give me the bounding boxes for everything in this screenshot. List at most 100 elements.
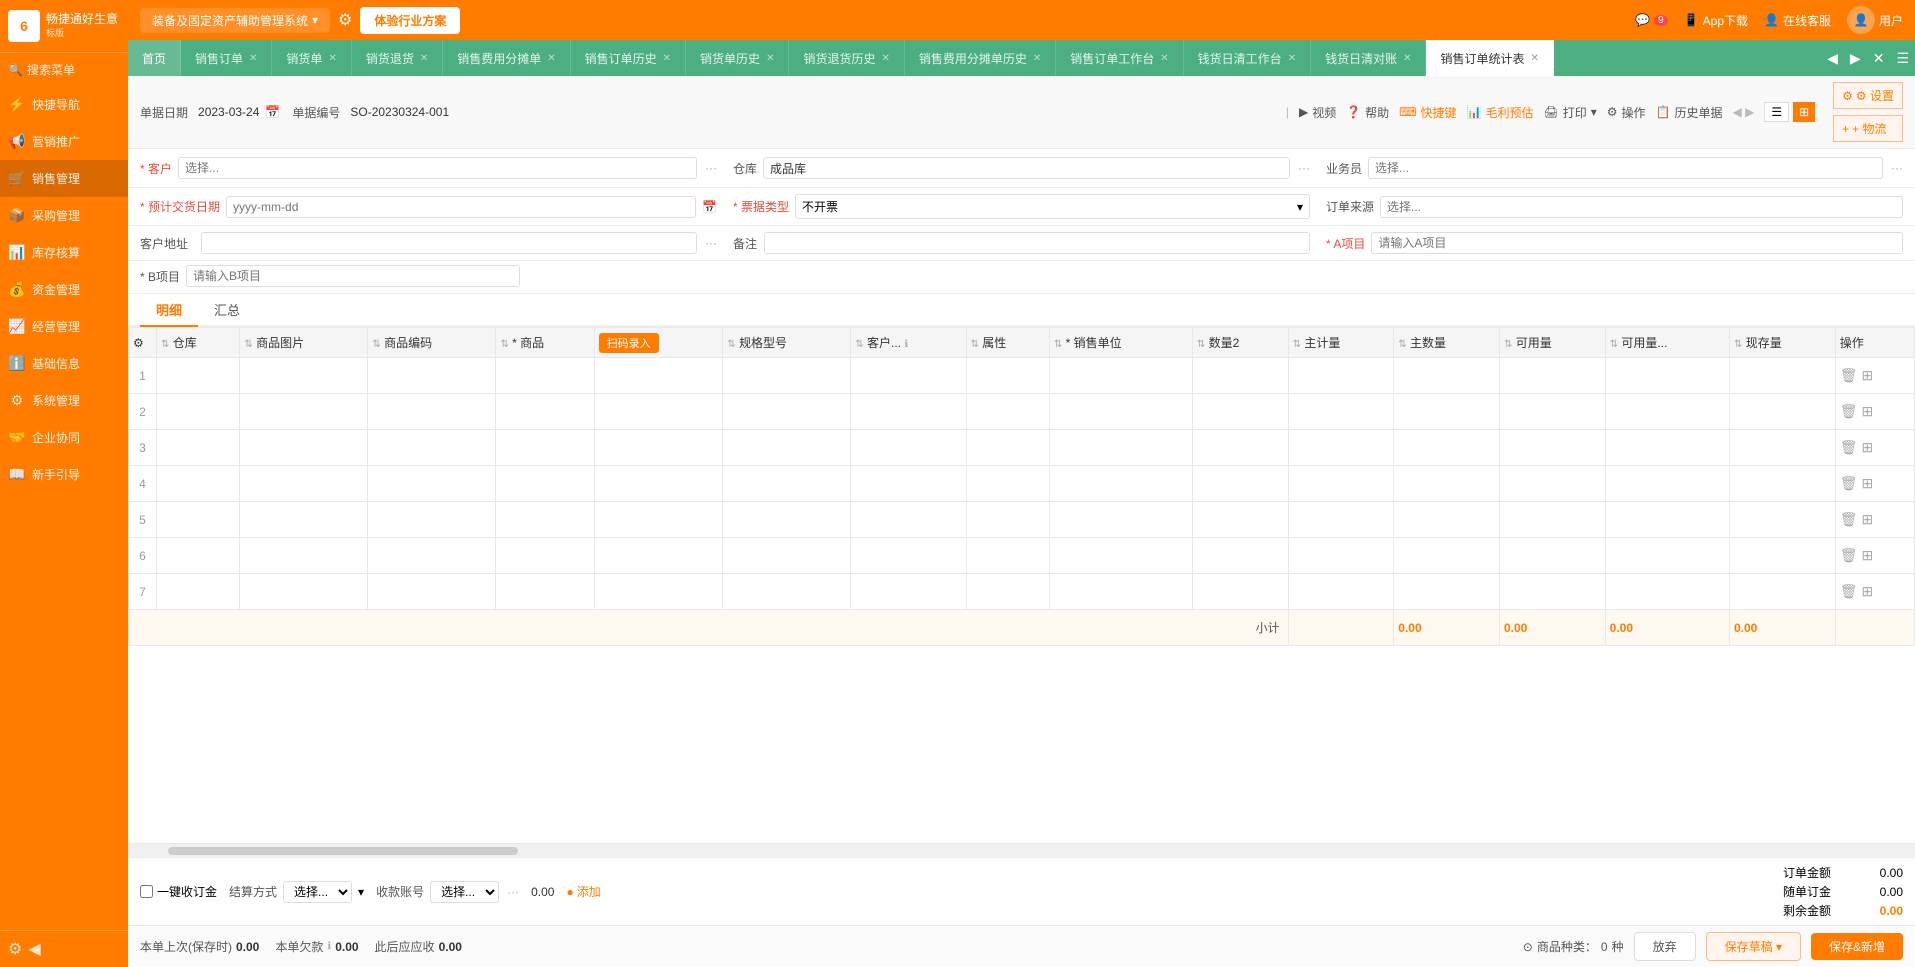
cell-warehouse-7[interactable] <box>157 574 240 610</box>
cell-attr-1[interactable] <box>966 358 1049 394</box>
cell-main-unit-6[interactable] <box>1288 538 1394 574</box>
order-info-icon[interactable]: ℹ <box>327 941 331 952</box>
cell-available-1[interactable] <box>1499 358 1605 394</box>
copy-row-1-btn[interactable]: ⊞ <box>1861 367 1873 384</box>
cell-attr-6[interactable] <box>966 538 1049 574</box>
nav-menu-icon[interactable]: ☰ <box>1890 50 1915 67</box>
sidebar-item-purchase[interactable]: 📦 采购管理 <box>0 197 128 234</box>
cell-main-qty-6[interactable] <box>1394 538 1500 574</box>
cell-spec-5[interactable] <box>723 502 851 538</box>
cell-spec-7[interactable] <box>723 574 851 610</box>
remark-input[interactable] <box>764 232 1310 254</box>
cell-available-7[interactable] <box>1499 574 1605 610</box>
sidebar-item-sales[interactable]: 🛒 销售管理 <box>0 160 128 197</box>
tab-return-history[interactable]: 销货退货历史 ✕ <box>789 40 904 76</box>
tab-close-goods-history[interactable]: ✕ <box>766 53 774 64</box>
horizontal-scrollbar[interactable] <box>128 843 1915 857</box>
cell-attr-5[interactable] <box>966 502 1049 538</box>
cell-goods-3[interactable] <box>496 430 594 466</box>
add-payment-btn[interactable]: ● 添加 <box>566 883 600 900</box>
plan-button[interactable]: 体验行业方案 <box>360 7 460 34</box>
cell-qty2-4[interactable] <box>1192 466 1288 502</box>
cell-available2-3[interactable] <box>1605 430 1729 466</box>
tab-close-daily[interactable]: ✕ <box>1288 53 1296 64</box>
cell-stock-6[interactable] <box>1730 538 1836 574</box>
cell-available-2[interactable] <box>1499 394 1605 430</box>
warehouse-input[interactable] <box>763 157 1290 179</box>
save-new-button[interactable]: 保存&新增 <box>1811 933 1903 960</box>
cell-main-unit-5[interactable] <box>1288 502 1394 538</box>
operation-btn[interactable]: ⚙ 操作 <box>1607 104 1646 121</box>
delete-row-1-btn[interactable]: 🗑 <box>1840 367 1858 384</box>
cell-available2-7[interactable] <box>1605 574 1729 610</box>
cell-unit-1[interactable] <box>1049 358 1192 394</box>
tab-close-sales-return[interactable]: ✕ <box>420 53 428 64</box>
tab-workbench[interactable]: 销售订单工作台 ✕ <box>1056 40 1183 76</box>
th-settings[interactable]: ⚙ <box>129 328 157 358</box>
delete-row-5-btn[interactable]: 🗑 <box>1840 511 1858 528</box>
copy-row-2-btn[interactable]: ⊞ <box>1861 403 1873 420</box>
cell-unit-7[interactable] <box>1049 574 1192 610</box>
discard-button[interactable]: 放弃 <box>1634 932 1696 961</box>
sidebar-item-guide[interactable]: 📖 新手引导 <box>0 456 128 493</box>
cell-customer-code-5[interactable] <box>851 502 966 538</box>
cell-unit-5[interactable] <box>1049 502 1192 538</box>
copy-row-5-btn[interactable]: ⊞ <box>1861 511 1873 528</box>
salesperson-input[interactable] <box>1368 157 1883 179</box>
cell-spec-3[interactable] <box>723 430 851 466</box>
tab-home[interactable]: 首页 <box>128 40 181 76</box>
cell-customer-code-3[interactable] <box>851 430 966 466</box>
cell-warehouse-2[interactable] <box>157 394 240 430</box>
nav-right-arrow[interactable]: ▶ <box>1844 50 1867 67</box>
profit-btn[interactable]: 📊 毛利预估 <box>1467 104 1534 121</box>
cell-image-5[interactable] <box>240 502 368 538</box>
cell-stock-4[interactable] <box>1730 466 1836 502</box>
cell-main-qty-5[interactable] <box>1394 502 1500 538</box>
collapse-sidebar-btn[interactable]: ◀ <box>28 939 40 959</box>
tab-sales-order-history[interactable]: 销售订单历史 ✕ <box>571 40 686 76</box>
cell-available2-4[interactable] <box>1605 466 1729 502</box>
cell-image-7[interactable] <box>240 574 368 610</box>
cell-available-5[interactable] <box>1499 502 1605 538</box>
cell-spec-2[interactable] <box>723 394 851 430</box>
customer-more-icon[interactable]: ··· <box>705 161 717 175</box>
salesperson-more-icon[interactable]: ··· <box>1891 161 1903 175</box>
sidebar-item-quick-nav[interactable]: ⚡ 快捷导航 <box>0 86 128 123</box>
tab-close-fee-history[interactable]: ✕ <box>1033 53 1041 64</box>
print-dropdown-icon[interactable]: ▾ <box>1591 105 1597 119</box>
cell-attr-3[interactable] <box>966 430 1049 466</box>
cell-goods-4[interactable] <box>496 466 594 502</box>
cell-code-1[interactable] <box>368 358 496 394</box>
cell-main-unit-7[interactable] <box>1288 574 1394 610</box>
cell-qty2-1[interactable] <box>1192 358 1288 394</box>
sidebar-item-base-info[interactable]: ℹ️ 基础信息 <box>0 345 128 382</box>
payment-method-select[interactable]: 选择... <box>283 881 352 903</box>
print-btn[interactable]: 🖨 打印 ▾ <box>1543 104 1596 121</box>
view-btn[interactable]: ▶ 视频 <box>1299 104 1336 121</box>
save-draft-button[interactable]: 保存草稿 ▾ <box>1706 932 1801 961</box>
tab-daily-workbench[interactable]: 钱货日清工作台 ✕ <box>1184 40 1311 76</box>
add-logistics-btn[interactable]: + + 物流 <box>1833 115 1903 142</box>
delete-row-7-btn[interactable]: 🗑 <box>1840 583 1858 600</box>
tab-stats[interactable]: 销售订单统计表 ✕ <box>1426 40 1553 76</box>
cell-available-6[interactable] <box>1499 538 1605 574</box>
sidebar-item-inventory[interactable]: 📊 库存核算 <box>0 234 128 271</box>
list-view-btn[interactable]: ☰ <box>1764 102 1789 122</box>
help-btn[interactable]: ❓ 帮助 <box>1346 104 1389 121</box>
copy-row-7-btn[interactable]: ⊞ <box>1861 583 1873 600</box>
tab-sales-goods[interactable]: 销货单 ✕ <box>272 40 351 76</box>
cell-warehouse-6[interactable] <box>157 538 240 574</box>
cell-attr-7[interactable] <box>966 574 1049 610</box>
delete-row-3-btn[interactable]: 🗑 <box>1840 439 1858 456</box>
cell-goods-7[interactable] <box>496 574 594 610</box>
tab-reconcile[interactable]: 钱货日清对账 ✕ <box>1311 40 1426 76</box>
cell-stock-7[interactable] <box>1730 574 1836 610</box>
sidebar-item-marketing[interactable]: 📢 营销推广 <box>0 123 128 160</box>
cell-spec-6[interactable] <box>723 538 851 574</box>
tab-sales-fee[interactable]: 销售费用分摊单 ✕ <box>443 40 570 76</box>
cell-warehouse-1[interactable] <box>157 358 240 394</box>
cell-warehouse-3[interactable] <box>157 430 240 466</box>
cell-goods-5[interactable] <box>496 502 594 538</box>
nav-close-icon[interactable]: ✕ <box>1867 50 1891 67</box>
tab-summary[interactable]: 汇总 <box>198 294 256 327</box>
